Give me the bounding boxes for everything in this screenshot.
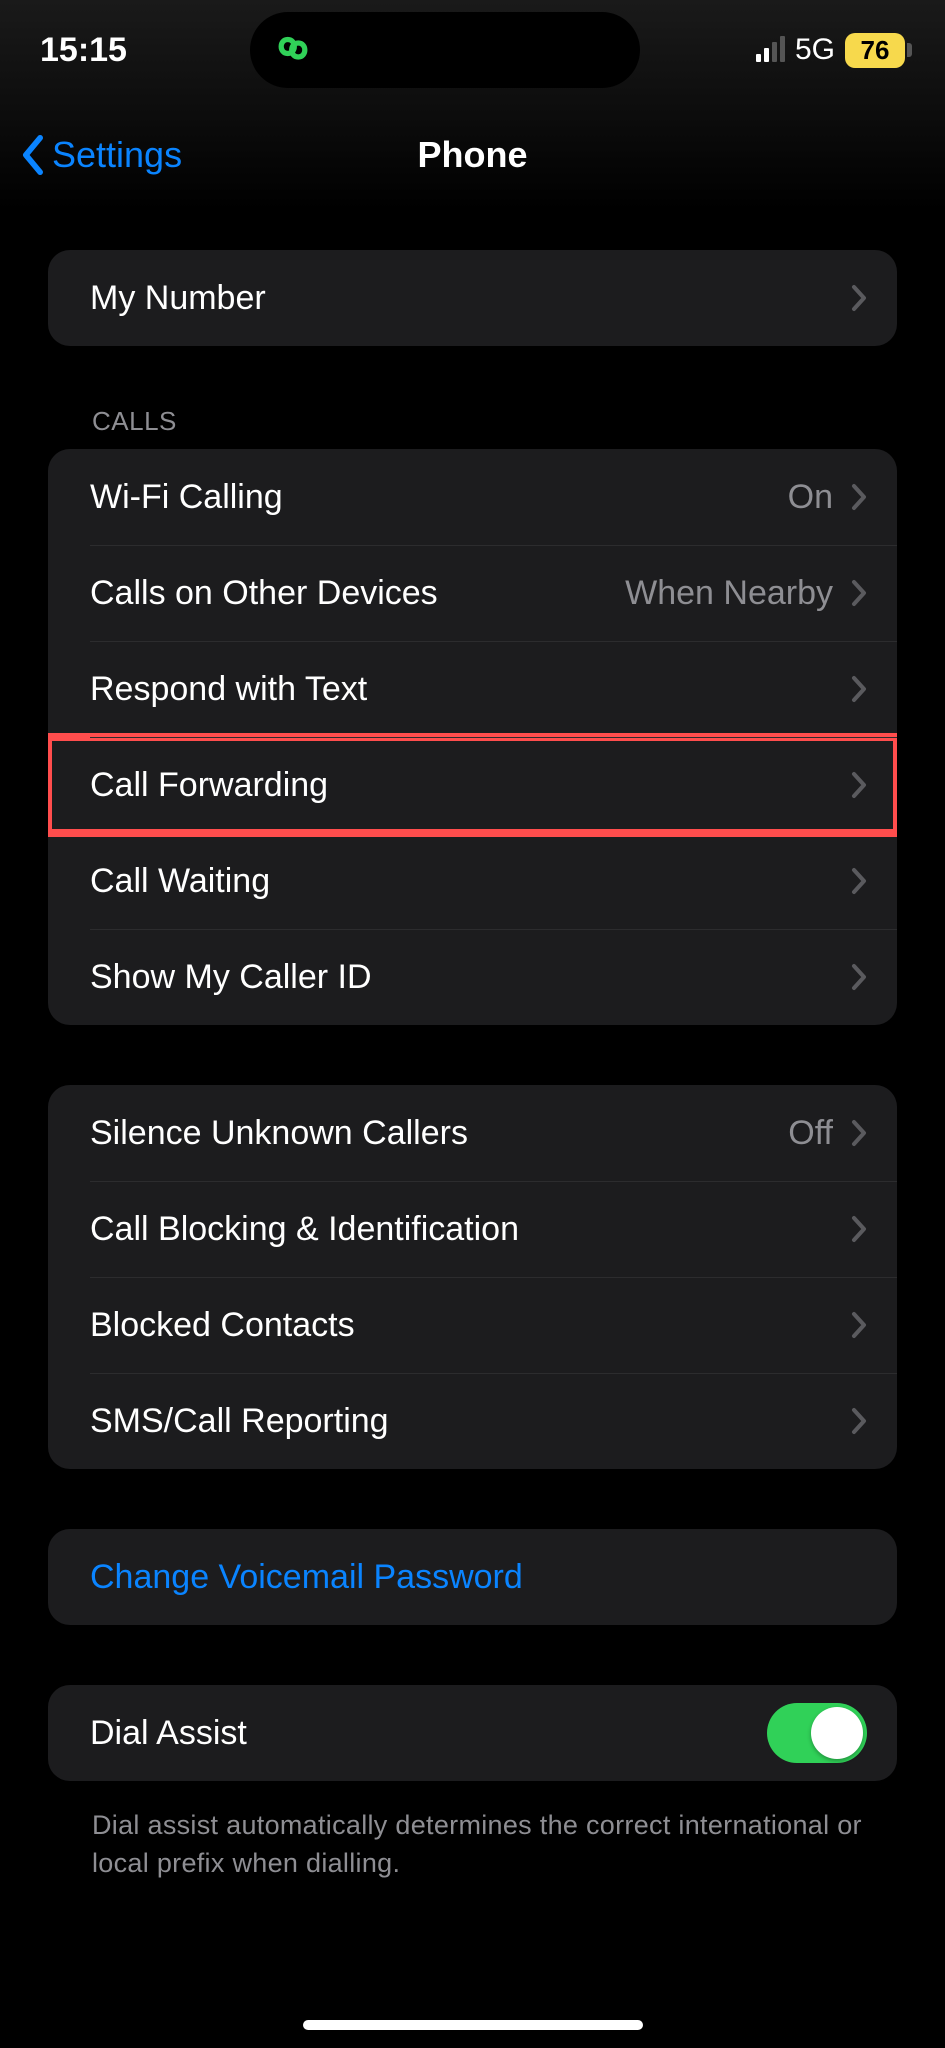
chevron-right-icon <box>851 1119 867 1147</box>
row-silence-unknown[interactable]: Silence Unknown Callers Off <box>48 1085 897 1181</box>
back-label: Settings <box>52 134 182 176</box>
chevron-right-icon <box>851 867 867 895</box>
row-label: SMS/Call Reporting <box>90 1402 845 1441</box>
chevron-right-icon <box>851 1407 867 1435</box>
group-calls: Wi-Fi Calling On Calls on Other Devices … <box>48 449 897 1025</box>
row-change-voicemail-password[interactable]: Change Voicemail Password <box>48 1529 897 1625</box>
dial-assist-footer: Dial assist automatically determines the… <box>48 1793 897 1883</box>
row-show-caller-id[interactable]: Show My Caller ID <box>48 929 897 1025</box>
row-calls-other-devices[interactable]: Calls on Other Devices When Nearby <box>48 545 897 641</box>
row-label: Silence Unknown Callers <box>90 1114 788 1153</box>
battery-indicator: 76 <box>845 33 905 68</box>
row-sms-call-reporting[interactable]: SMS/Call Reporting <box>48 1373 897 1469</box>
row-label: Call Waiting <box>90 862 845 901</box>
group-blocking: Silence Unknown Callers Off Call Blockin… <box>48 1085 897 1469</box>
row-label: Show My Caller ID <box>90 958 845 997</box>
row-my-number[interactable]: My Number <box>48 250 897 346</box>
nav-bar: Settings Phone <box>0 100 945 210</box>
row-blocked-contacts[interactable]: Blocked Contacts <box>48 1277 897 1373</box>
row-label: Calls on Other Devices <box>90 574 625 613</box>
group-dial-assist: Dial Assist <box>48 1685 897 1781</box>
row-label: My Number <box>90 279 845 318</box>
chevron-right-icon <box>851 579 867 607</box>
status-time: 15:15 <box>40 31 240 70</box>
row-dial-assist[interactable]: Dial Assist <box>48 1685 897 1781</box>
row-label: Dial Assist <box>90 1714 767 1753</box>
row-value: When Nearby <box>625 574 833 613</box>
chevron-right-icon <box>851 675 867 703</box>
chevron-right-icon <box>851 483 867 511</box>
dial-assist-toggle[interactable] <box>767 1703 867 1763</box>
chevron-right-icon <box>851 1215 867 1243</box>
row-call-waiting[interactable]: Call Waiting <box>48 833 897 929</box>
chevron-right-icon <box>851 284 867 312</box>
dynamic-island[interactable] <box>250 12 640 88</box>
group-my-number: My Number <box>48 250 897 346</box>
row-call-blocking-identification[interactable]: Call Blocking & Identification <box>48 1181 897 1277</box>
switch-knob <box>811 1707 863 1759</box>
row-value: On <box>788 478 833 517</box>
section-header-calls: Calls <box>48 406 897 449</box>
row-label: Respond with Text <box>90 670 845 709</box>
row-wifi-calling[interactable]: Wi-Fi Calling On <box>48 449 897 545</box>
home-indicator[interactable] <box>303 2020 643 2030</box>
row-label: Blocked Contacts <box>90 1306 845 1345</box>
row-label: Wi-Fi Calling <box>90 478 788 517</box>
chevron-left-icon <box>20 135 46 175</box>
status-right: 5G 76 <box>756 33 905 68</box>
network-label: 5G <box>795 33 835 67</box>
chevron-right-icon <box>851 963 867 991</box>
chevron-right-icon <box>851 1311 867 1339</box>
row-label: Change Voicemail Password <box>90 1558 867 1597</box>
cellular-signal-icon <box>756 38 785 62</box>
back-button[interactable]: Settings <box>20 134 182 176</box>
row-value: Off <box>788 1114 833 1153</box>
activity-icon <box>270 27 316 73</box>
group-voicemail: Change Voicemail Password <box>48 1529 897 1625</box>
row-label: Call Forwarding <box>90 766 845 805</box>
row-respond-with-text[interactable]: Respond with Text <box>48 641 897 737</box>
row-call-forwarding[interactable]: Call Forwarding <box>48 737 897 833</box>
status-bar: 15:15 5G 76 <box>0 0 945 100</box>
page-title: Phone <box>417 134 527 176</box>
row-label: Call Blocking & Identification <box>90 1210 845 1249</box>
chevron-right-icon <box>851 771 867 799</box>
